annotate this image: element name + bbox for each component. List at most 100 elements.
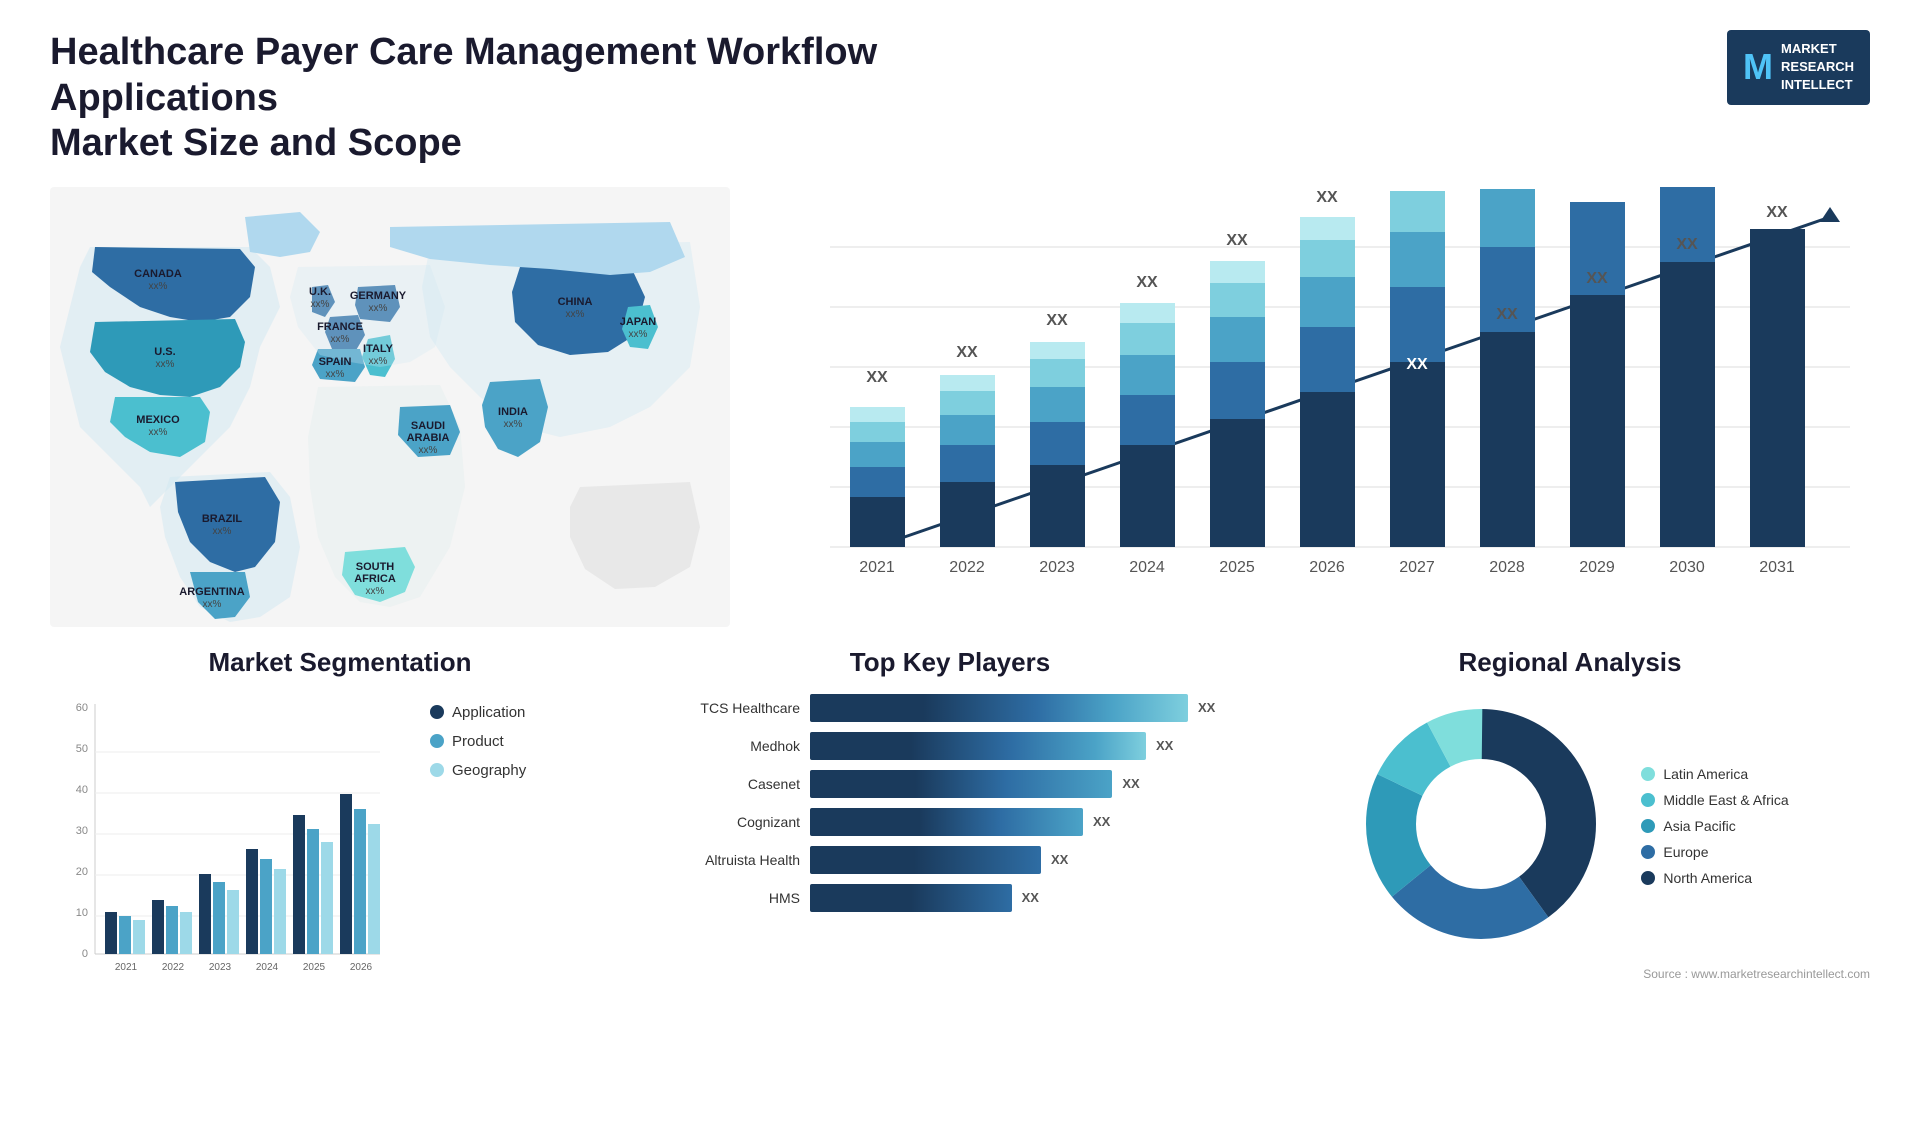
legend-latin-america: Latin America (1641, 766, 1788, 782)
svg-text:2021: 2021 (859, 559, 895, 576)
svg-text:xx%: xx% (149, 281, 168, 292)
regional-legend: Latin America Middle East & Africa Asia … (1641, 766, 1788, 886)
regional-title: Regional Analysis (1270, 647, 1870, 678)
player-bar-cognizant: XX (810, 808, 1230, 836)
svg-text:50: 50 (76, 743, 88, 755)
legend-mea-dot (1641, 793, 1655, 807)
key-players-panel: Top Key Players TCS Healthcare XX Medhok… (670, 647, 1230, 1067)
svg-text:SOUTH: SOUTH (356, 561, 395, 573)
svg-text:XX: XX (866, 369, 888, 386)
player-row-hms: HMS XX (670, 884, 1230, 912)
svg-text:2030: 2030 (1669, 559, 1705, 576)
svg-text:xx%: xx% (213, 526, 232, 537)
svg-text:XX: XX (1046, 312, 1068, 329)
svg-text:2024: 2024 (256, 962, 279, 973)
player-row-casenet: Casenet XX (670, 770, 1230, 798)
player-bar-casenet: XX (810, 770, 1230, 798)
legend-north-america-dot (1641, 871, 1655, 885)
source-line: Source : www.marketresearchintellect.com (1270, 967, 1870, 981)
key-players-title: Top Key Players (670, 647, 1230, 678)
segmentation-chart: 0 10 20 30 40 50 60 (50, 694, 390, 994)
player-value-tcs: XX (1198, 700, 1215, 715)
player-bar-tcs: XX (810, 694, 1230, 722)
svg-text:2027: 2027 (1399, 559, 1435, 576)
legend-asia-dot (1641, 819, 1655, 833)
svg-text:XX: XX (1406, 356, 1428, 373)
player-value-altruista: XX (1051, 852, 1068, 867)
player-bar-medhok: XX (810, 732, 1230, 760)
legend-asia-pacific: Asia Pacific (1641, 818, 1788, 834)
svg-text:XX: XX (1676, 236, 1698, 253)
svg-text:SPAIN: SPAIN (319, 356, 352, 368)
svg-text:xx%: xx% (149, 427, 168, 438)
segmentation-title: Market Segmentation (50, 647, 630, 678)
regional-panel: Regional Analysis (1270, 647, 1870, 1067)
regional-content: Latin America Middle East & Africa Asia … (1270, 694, 1870, 959)
logo-block: M MARKET RESEARCH INTELLECT (1727, 30, 1870, 105)
player-row-cognizant: Cognizant XX (670, 808, 1230, 836)
logo-m-icon: M (1743, 42, 1773, 92)
player-bar-altruista: XX (810, 846, 1230, 874)
svg-text:xx%: xx% (156, 359, 175, 370)
svg-text:U.K.: U.K. (309, 286, 331, 298)
legend-middle-east-africa: Middle East & Africa (1641, 792, 1788, 808)
player-bar-hms: XX (810, 884, 1230, 912)
segmentation-panel: Market Segmentation 0 10 20 30 40 50 60 (50, 647, 630, 1067)
svg-text:JAPAN: JAPAN (620, 316, 657, 328)
svg-text:2026: 2026 (1309, 559, 1345, 576)
title-block: Healthcare Payer Care Management Workflo… (50, 30, 950, 167)
legend-geography-dot (430, 763, 444, 777)
svg-text:XX: XX (1496, 306, 1518, 323)
svg-text:xx%: xx% (369, 356, 388, 367)
growth-bar-chart: XX XX XX XX (770, 187, 1870, 627)
svg-text:2023: 2023 (1039, 559, 1075, 576)
svg-text:xx%: xx% (629, 329, 648, 340)
svg-text:XX: XX (1766, 204, 1788, 221)
page-container: Healthcare Payer Care Management Workflo… (0, 0, 1920, 1146)
player-name-hms: HMS (670, 890, 800, 906)
legend-geography: Geography (430, 762, 526, 779)
player-name-medhok: Medhok (670, 738, 800, 754)
player-name-casenet: Casenet (670, 776, 800, 792)
svg-text:XX: XX (956, 344, 978, 361)
svg-text:0: 0 (82, 948, 88, 960)
svg-text:2023: 2023 (209, 962, 232, 973)
svg-text:2024: 2024 (1129, 559, 1165, 576)
player-value-casenet: XX (1122, 776, 1139, 791)
page-title: Healthcare Payer Care Management Workflo… (50, 30, 950, 167)
svg-text:2022: 2022 (162, 962, 185, 973)
svg-text:2028: 2028 (1489, 559, 1525, 576)
logo-text: MARKET RESEARCH INTELLECT (1781, 40, 1854, 95)
svg-text:2026: 2026 (350, 962, 373, 973)
legend-latin-america-dot (1641, 767, 1655, 781)
player-value-medhok: XX (1156, 738, 1173, 753)
svg-text:2021: 2021 (115, 962, 138, 973)
svg-text:2029: 2029 (1579, 559, 1615, 576)
bottom-section: Market Segmentation 0 10 20 30 40 50 60 (50, 647, 1870, 1067)
svg-text:xx%: xx% (504, 419, 523, 430)
legend-europe: Europe (1641, 844, 1788, 860)
donut-chart (1351, 694, 1611, 959)
svg-text:FRANCE: FRANCE (317, 321, 363, 333)
player-row-altruista: Altruista Health XX (670, 846, 1230, 874)
player-row-medhok: Medhok XX (670, 732, 1230, 760)
svg-text:BRAZIL: BRAZIL (202, 513, 243, 525)
bar-chart-container: XX XX XX XX (770, 187, 1870, 627)
players-list: TCS Healthcare XX Medhok XX Case (670, 694, 1230, 912)
svg-text:20: 20 (76, 866, 88, 878)
svg-text:AFRICA: AFRICA (354, 573, 396, 585)
legend-product: Product (430, 733, 526, 750)
svg-text:30: 30 (76, 825, 88, 837)
player-value-hms: XX (1022, 890, 1039, 905)
svg-text:CANADA: CANADA (134, 268, 182, 280)
svg-text:ARGENTINA: ARGENTINA (179, 586, 244, 598)
svg-text:XX: XX (1316, 189, 1338, 206)
segmentation-legend: Application Product Geography (410, 694, 526, 779)
svg-text:U.S.: U.S. (154, 346, 175, 358)
svg-text:xx%: xx% (566, 309, 585, 320)
legend-europe-dot (1641, 845, 1655, 859)
svg-text:xx%: xx% (203, 599, 222, 610)
svg-text:GERMANY: GERMANY (350, 290, 407, 302)
legend-application-dot (430, 705, 444, 719)
svg-text:40: 40 (76, 784, 88, 796)
